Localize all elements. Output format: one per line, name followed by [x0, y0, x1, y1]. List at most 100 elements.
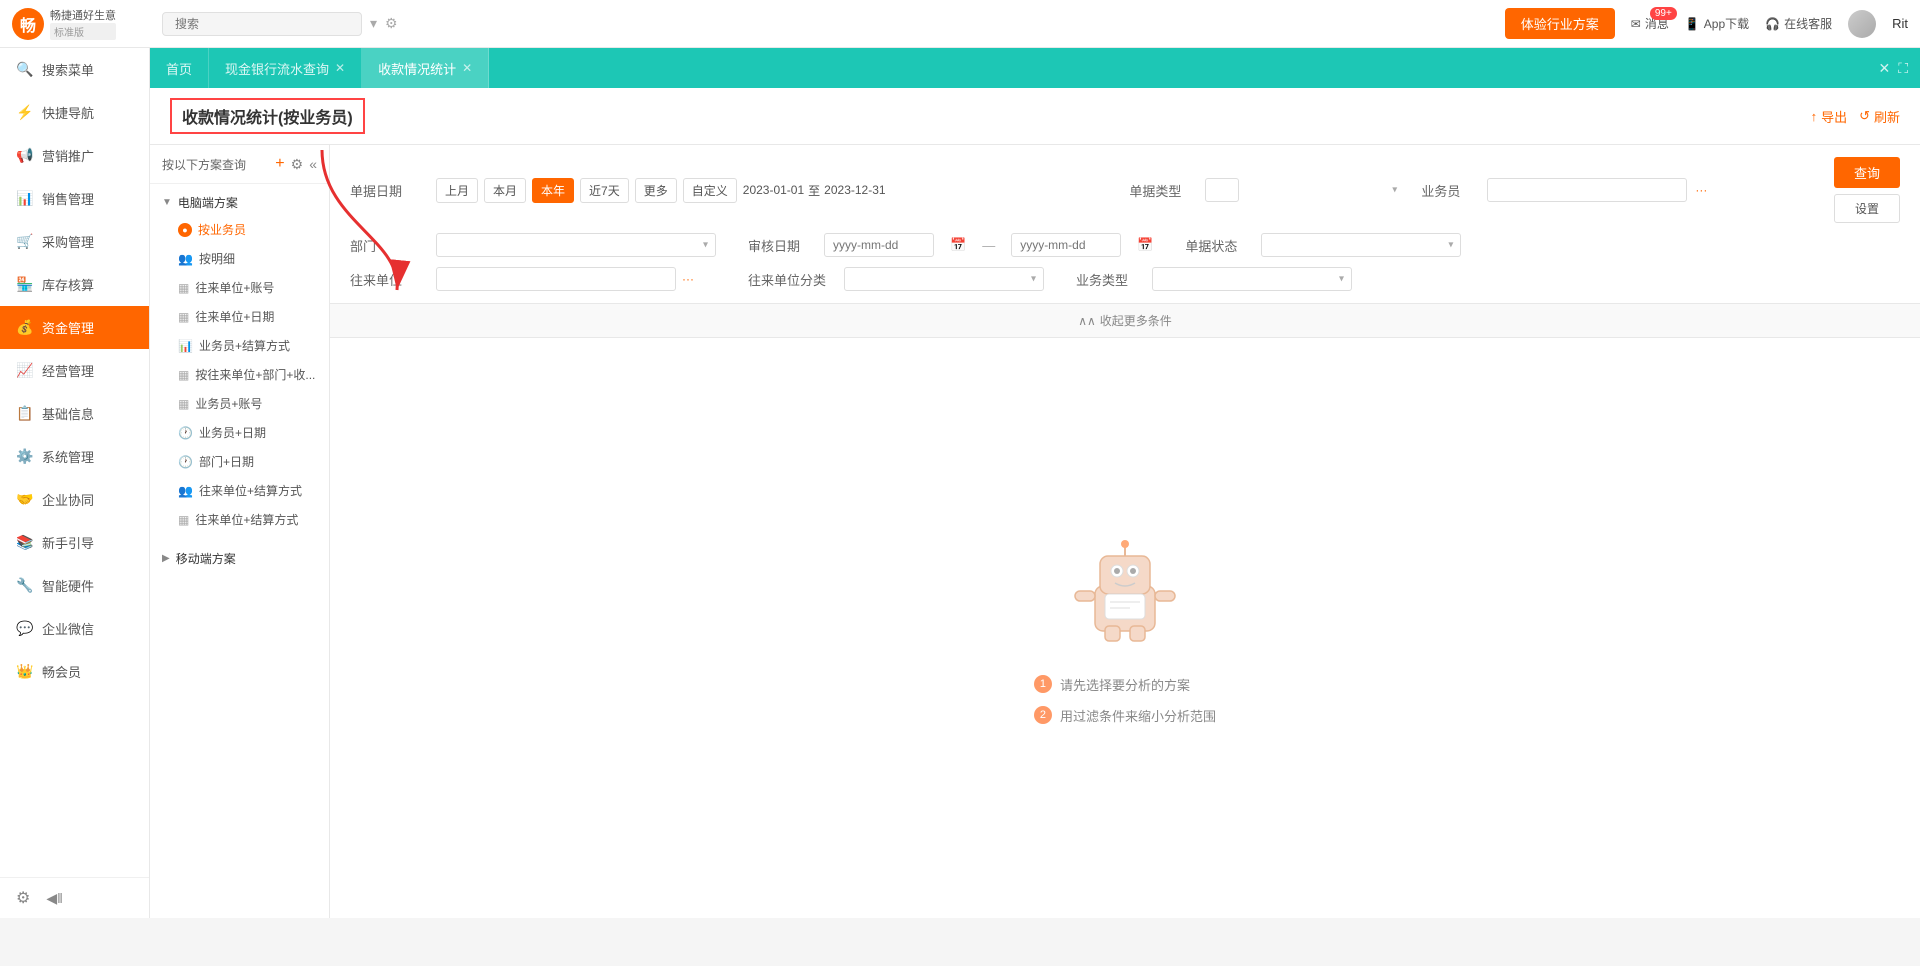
- sidebar-item-purchase[interactable]: 🛒 采购管理: [0, 220, 149, 263]
- sidebar-item-inventory[interactable]: 🏪 库存核算: [0, 263, 149, 306]
- scheme-settings-btn[interactable]: ⚙: [291, 155, 304, 173]
- collab-icon: 🤝: [16, 491, 34, 509]
- operation-icon: 📈: [16, 362, 34, 380]
- data-area: 1 请先选择要分析的方案 2 用过滤条件来缩小分析范围: [330, 338, 1920, 918]
- scheme-item-partner-account[interactable]: ▦ 往来单位+账号: [150, 273, 329, 302]
- refresh-button[interactable]: ↺ 刷新: [1859, 107, 1900, 126]
- date-btn-this-month[interactable]: 本月: [484, 178, 526, 203]
- message-item[interactable]: ✉ 消息 99+: [1631, 15, 1669, 32]
- sidebar-label-operation: 经营管理: [42, 361, 94, 380]
- sidebar-item-weixin[interactable]: 💬 企业微信: [0, 607, 149, 650]
- scheme-item-partner-dept[interactable]: ▦ 按往来单位+部门+收...: [150, 360, 329, 389]
- quicknav-icon: ⚡: [16, 104, 34, 122]
- tab-receipt[interactable]: 收款情况统计 ✕: [362, 48, 489, 88]
- tab-home[interactable]: 首页: [150, 48, 209, 88]
- scheme-add-btn[interactable]: +: [275, 155, 284, 173]
- dept-select[interactable]: [436, 233, 716, 257]
- sidebar-item-marketing[interactable]: 📢 营销推广: [0, 134, 149, 177]
- collapse-bar: ∧∧ 收起更多条件: [330, 304, 1920, 338]
- inventory-icon: 🏪: [16, 276, 34, 294]
- doc-status-select[interactable]: [1261, 233, 1461, 257]
- main-content: 首页 现金银行流水查询 ✕ 收款情况统计 ✕ ✕ ⛶ 收款情况统计(按业务员) …: [150, 48, 1920, 918]
- header-settings-icon[interactable]: ⚙: [385, 15, 398, 32]
- review-date-from[interactable]: [824, 233, 934, 257]
- service-label: 在线客服: [1784, 15, 1832, 32]
- settings-button[interactable]: 设置: [1834, 194, 1900, 223]
- empty-tips: 1 请先选择要分析的方案 2 用过滤条件来缩小分析范围: [1034, 675, 1216, 725]
- partner-cat-select[interactable]: [844, 267, 1044, 291]
- dept-select-wrap: [436, 233, 716, 257]
- sidebar-item-quicknav[interactable]: ⚡ 快捷导航: [0, 91, 149, 134]
- tab-cashflow[interactable]: 现金银行流水查询 ✕: [209, 48, 362, 88]
- sidebar-collapse-btn[interactable]: ◀‖: [46, 890, 63, 907]
- sidebar-item-basic[interactable]: 📋 基础信息: [0, 392, 149, 435]
- tab-close-window-btn[interactable]: ✕: [1878, 60, 1890, 77]
- review-date-label: 审核日期: [748, 236, 808, 255]
- scheme-item-partner-date[interactable]: ▦ 往来单位+日期: [150, 302, 329, 331]
- tip-text-1: 请先选择要分析的方案: [1060, 675, 1190, 694]
- tab-maximize-btn[interactable]: ⛶: [1898, 60, 1908, 77]
- sidebar-item-guide[interactable]: 📚 新手引导: [0, 521, 149, 564]
- salesman-more-btn[interactable]: ···: [1695, 183, 1707, 197]
- scheme-item-detail[interactable]: 👥 按明细: [150, 244, 329, 273]
- app-download-item[interactable]: 📱 App下载: [1685, 15, 1749, 32]
- doc-type-select-wrap: [1205, 178, 1405, 202]
- date-options: 上月 本月 本年 近7天 更多 自定义 2023-01-01 至 2023-12…: [436, 178, 1097, 203]
- collapse-chevron-icon: ∧∧: [1078, 314, 1096, 328]
- scheme-item-salesman-account[interactable]: ▦ 业务员+账号: [150, 389, 329, 418]
- collapse-button[interactable]: ∧∧ 收起更多条件: [1078, 312, 1172, 329]
- calendar-icon-from[interactable]: 📅: [950, 237, 966, 253]
- scheme-collapse-btn[interactable]: «: [309, 155, 317, 173]
- scheme-item-partner-settle1[interactable]: 👥 往来单位+结算方式: [150, 476, 329, 505]
- sidebar-item-member[interactable]: 👑 畅会员: [0, 650, 149, 693]
- dept-label: 部门: [350, 236, 420, 255]
- sidebar-bottom: ⚙ ◀‖: [0, 877, 149, 918]
- online-service-item[interactable]: 🎧 在线客服: [1765, 15, 1832, 32]
- scheme-item-label-0: 按业务员: [198, 221, 246, 238]
- sidebar-label-guide: 新手引导: [42, 533, 94, 552]
- header-search-input[interactable]: [162, 12, 362, 36]
- trial-button[interactable]: 体验行业方案: [1505, 8, 1615, 39]
- date-from-value: 2023-01-01: [743, 183, 804, 197]
- sidebar-item-operation[interactable]: 📈 经营管理: [0, 349, 149, 392]
- scheme-item-salesman[interactable]: ● 按业务员: [150, 215, 329, 244]
- tab-bar: 首页 现金银行流水查询 ✕ 收款情况统计 ✕ ✕ ⛶: [150, 48, 1920, 88]
- sidebar-item-search[interactable]: 🔍 搜索菜单: [0, 48, 149, 91]
- tab-cashflow-close[interactable]: ✕: [335, 61, 345, 75]
- doc-type-select[interactable]: [1205, 178, 1239, 202]
- calendar-icon-to[interactable]: 📅: [1137, 237, 1153, 253]
- desktop-section-title[interactable]: ▼ 电脑端方案: [150, 190, 329, 215]
- sidebar-item-collab[interactable]: 🤝 企业协同: [0, 478, 149, 521]
- scheme-item-salesman-settle[interactable]: 📊 业务员+结算方式: [150, 331, 329, 360]
- sidebar-item-finance[interactable]: 💰 资金管理: [0, 306, 149, 349]
- sidebar-settings-btn[interactable]: ⚙: [16, 888, 30, 908]
- date-btn-last-month[interactable]: 上月: [436, 178, 478, 203]
- filter-form: 单据日期 上月 本月 本年 近7天 更多 自定义 2023-01-01 至 20…: [330, 145, 1920, 304]
- review-date-to[interactable]: [1011, 233, 1121, 257]
- scheme-item-dept-date[interactable]: 🕐 部门+日期: [150, 447, 329, 476]
- user-avatar[interactable]: [1848, 10, 1876, 38]
- partner-more-btn[interactable]: ···: [682, 272, 694, 286]
- sidebar-item-hardware[interactable]: 🔧 智能硬件: [0, 564, 149, 607]
- partner-input[interactable]: [436, 267, 676, 291]
- export-button[interactable]: ↑ 导出: [1811, 107, 1848, 126]
- sidebar-item-sales[interactable]: 📊 销售管理: [0, 177, 149, 220]
- date-btn-7days[interactable]: 近7天: [580, 178, 629, 203]
- date-btn-custom[interactable]: 自定义: [683, 178, 737, 203]
- scheme-item-label-7: 业务员+日期: [199, 424, 266, 441]
- salesman-select[interactable]: [1487, 178, 1687, 202]
- date-btn-more[interactable]: 更多: [635, 178, 677, 203]
- scheme-item-salesman-date[interactable]: 🕐 业务员+日期: [150, 418, 329, 447]
- scheme-item-partner-settle2[interactable]: ▦ 往来单位+结算方式: [150, 505, 329, 534]
- date-btn-this-year[interactable]: 本年: [532, 178, 574, 203]
- query-button[interactable]: 查询: [1834, 157, 1900, 188]
- tab-cashflow-label: 现金银行流水查询: [225, 59, 329, 78]
- mobile-section-title[interactable]: ▶ 移动端方案: [150, 546, 329, 571]
- tab-receipt-close[interactable]: ✕: [462, 61, 472, 75]
- biz-type-select[interactable]: [1152, 267, 1352, 291]
- logo-area: 畅 畅捷通好生意 标准版: [12, 7, 162, 40]
- header-dropdown-icon[interactable]: ▾: [370, 15, 377, 32]
- partner-settle1-icon: 👥: [178, 484, 193, 498]
- sidebar-label-collab: 企业协同: [42, 490, 94, 509]
- sidebar-item-system[interactable]: ⚙️ 系统管理: [0, 435, 149, 478]
